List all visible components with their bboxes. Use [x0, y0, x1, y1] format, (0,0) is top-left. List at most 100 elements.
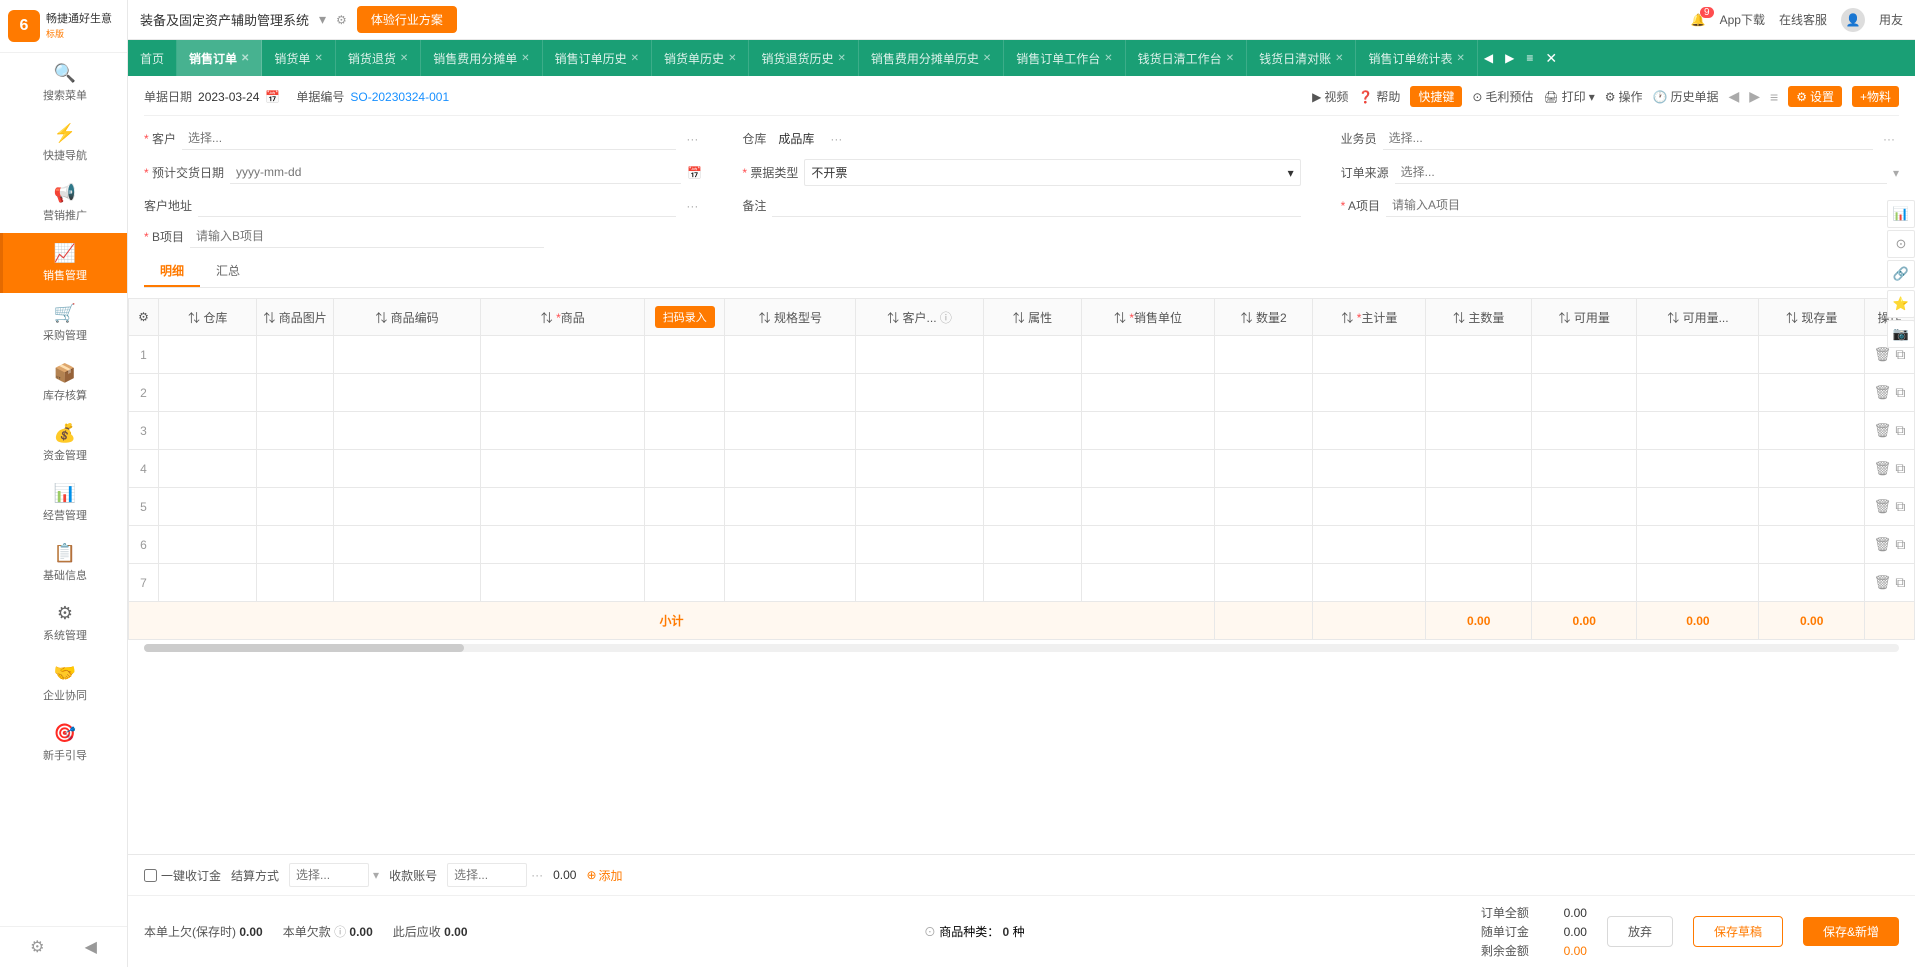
customer-more[interactable]: ··· [682, 132, 702, 146]
sidebar-item-purchase[interactable]: 🛒 采购管理 [0, 293, 127, 353]
col-code[interactable]: ⇅ 商品编码 [333, 299, 481, 336]
tab-close-all[interactable]: ✕ [1539, 50, 1563, 67]
tab-order-history[interactable]: 销售订单历史 ✕ [543, 40, 652, 76]
username[interactable]: 用友 [1879, 11, 1903, 28]
date-value[interactable]: 2023-03-24 [198, 90, 259, 104]
add-button[interactable]: ⊕ 添加 [586, 867, 622, 884]
calendar-icon[interactable]: 📅 [265, 90, 280, 104]
col-warehouse[interactable]: ⇅ 仓库 [159, 299, 257, 336]
tab-close[interactable]: ✕ [1457, 53, 1465, 64]
tab-summary[interactable]: 汇总 [200, 256, 256, 287]
row-copy-6[interactable]: ⧉ [1895, 536, 1905, 553]
tab-sales-order[interactable]: 销售订单 ✕ [177, 40, 262, 76]
row-delete-5[interactable]: 🗑 [1874, 498, 1892, 515]
row-copy-5[interactable]: ⧉ [1895, 498, 1905, 515]
row-delete-4[interactable]: 🗑 [1874, 460, 1892, 477]
row-copy-2[interactable]: ⧉ [1895, 384, 1905, 401]
b-project-input[interactable] [190, 225, 544, 248]
col-main-qty[interactable]: ⇅ 主数量 [1426, 299, 1532, 336]
settings-gear-icon[interactable]: ⚙ [336, 13, 347, 27]
payment-dropdown[interactable]: ▾ [373, 868, 379, 882]
col-attribute[interactable]: ⇅ 属性 [983, 299, 1081, 336]
sidebar-item-system[interactable]: ⚙ 系统管理 [0, 593, 127, 653]
row-copy-3[interactable]: ⧉ [1895, 422, 1905, 439]
shortcut-btn[interactable]: 快捷键 [1410, 86, 1462, 107]
invoice-select[interactable]: 不开票 ▾ [804, 159, 1300, 186]
help-btn[interactable]: ❓ 帮助 [1358, 88, 1400, 105]
sidebar-item-nav[interactable]: ⚡ 快捷导航 [0, 113, 127, 173]
col-qty2[interactable]: ⇅ 数量2 [1214, 299, 1312, 336]
row-delete-1[interactable]: 🗑 [1874, 346, 1892, 363]
row-copy-1[interactable]: ⧉ [1895, 346, 1905, 363]
tab-close[interactable]: ✕ [983, 53, 991, 64]
notification-bell[interactable]: 🔔 9 [1691, 13, 1706, 27]
sidebar-item-search[interactable]: 🔍 搜索菜单 [0, 53, 127, 113]
tab-reconcile[interactable]: 钱货日清对账 ✕ [1247, 40, 1356, 76]
salesperson-input[interactable] [1383, 127, 1873, 150]
tab-prev[interactable]: ◀ [1478, 51, 1499, 65]
sidebar-item-collab[interactable]: 🤝 企业协同 [0, 653, 127, 713]
col-sales-unit[interactable]: ⇅ *销售单位 [1082, 299, 1215, 336]
row-delete-3[interactable]: 🗑 [1874, 422, 1892, 439]
sidebar-item-guide[interactable]: 🎯 新手引导 [0, 713, 127, 773]
col-available2[interactable]: ⇅ 可用量... [1637, 299, 1759, 336]
settings-dropdown-icon[interactable]: ▾ [319, 11, 326, 28]
warehouse-more[interactable]: ··· [826, 132, 846, 146]
tab-daily-workbench[interactable]: 钱货日清工作台 ✕ [1126, 40, 1247, 76]
tab-close[interactable]: ✕ [728, 53, 736, 64]
operation-btn[interactable]: ⚙ 操作 [1605, 88, 1643, 105]
float-btn-1[interactable]: 📊 [1887, 200, 1915, 228]
float-btn-5[interactable]: 📷 [1887, 320, 1915, 348]
scan-btn[interactable]: 扫码录入 [655, 306, 715, 328]
row-copy-7[interactable]: ⧉ [1895, 574, 1905, 591]
save-new-button[interactable]: 保存&新增 [1803, 917, 1899, 946]
row-copy-4[interactable]: ⧉ [1895, 460, 1905, 477]
tab-split-history[interactable]: 销售费用分摊单历史 ✕ [859, 40, 1004, 76]
user-avatar[interactable]: 👤 [1841, 8, 1865, 32]
profit-btn[interactable]: ⊙ 毛利预估 [1472, 88, 1533, 105]
tab-detail[interactable]: 明细 [144, 256, 200, 287]
form-nav-next[interactable]: ▶ [1749, 88, 1760, 105]
delivery-calendar-icon[interactable]: 📅 [687, 166, 702, 180]
receipt-more[interactable]: ··· [531, 868, 543, 882]
tab-invoice-history[interactable]: 销货单历史 ✕ [652, 40, 749, 76]
row-delete-7[interactable]: 🗑 [1874, 574, 1892, 591]
save-draft-button[interactable]: 保存草稿 [1693, 916, 1783, 947]
sidebar-item-operations[interactable]: 📊 经营管理 [0, 473, 127, 533]
print-btn[interactable]: 🖨 打印 ▾ [1543, 88, 1594, 105]
form-nav-prev[interactable]: ◀ [1728, 88, 1739, 105]
col-stock[interactable]: ⇅ 现存量 [1759, 299, 1865, 336]
tab-stats[interactable]: 销售订单统计表 ✕ [1356, 40, 1477, 76]
tab-sales-invoice[interactable]: 销货单 ✕ [262, 40, 335, 76]
float-btn-4[interactable]: ⭐ [1887, 290, 1915, 318]
float-btn-3[interactable]: 🔗 [1887, 260, 1915, 288]
remark-input[interactable] [772, 194, 1300, 217]
order-source-dropdown[interactable]: ▾ [1893, 166, 1899, 180]
col-available[interactable]: ⇅ 可用量 [1531, 299, 1637, 336]
settings-btn[interactable]: ⚙ 设置 [1788, 86, 1842, 107]
app-download-link[interactable]: App下载 [1720, 11, 1765, 28]
form-list-view[interactable]: ≡ [1770, 89, 1778, 105]
one-click-input[interactable] [144, 869, 157, 882]
addr-more[interactable]: ··· [682, 199, 702, 213]
online-support-link[interactable]: 在线客服 [1779, 11, 1827, 28]
history-btn[interactable]: 🕐 历史单据 [1653, 88, 1719, 105]
tab-menu[interactable]: ≡ [1520, 51, 1539, 65]
collapse-icon[interactable]: ◀ [85, 937, 97, 957]
one-click-checkbox[interactable]: 一键收订金 [144, 867, 221, 884]
col-settings[interactable]: ⚙ [129, 299, 159, 336]
sidebar-item-sales[interactable]: 📈 销售管理 [0, 233, 127, 293]
industry-plan-button[interactable]: 体验行业方案 [357, 6, 457, 33]
col-product[interactable]: ⇅ *商品 [481, 299, 645, 336]
horizontal-scrollbar[interactable] [128, 640, 1915, 656]
tab-close[interactable]: ✕ [1226, 53, 1234, 64]
delivery-date-input[interactable] [230, 161, 681, 184]
tab-close[interactable]: ✕ [400, 53, 408, 64]
warehouse-value[interactable]: 成品库 [772, 126, 820, 151]
col-customer-code[interactable]: ⇅ 客户... ⓘ [856, 299, 983, 336]
row-delete-6[interactable]: 🗑 [1874, 536, 1892, 553]
tab-close[interactable]: ✕ [314, 53, 322, 64]
customer-input[interactable] [182, 127, 676, 150]
salesperson-more[interactable]: ··· [1879, 132, 1899, 146]
order-source-input[interactable] [1395, 161, 1887, 184]
